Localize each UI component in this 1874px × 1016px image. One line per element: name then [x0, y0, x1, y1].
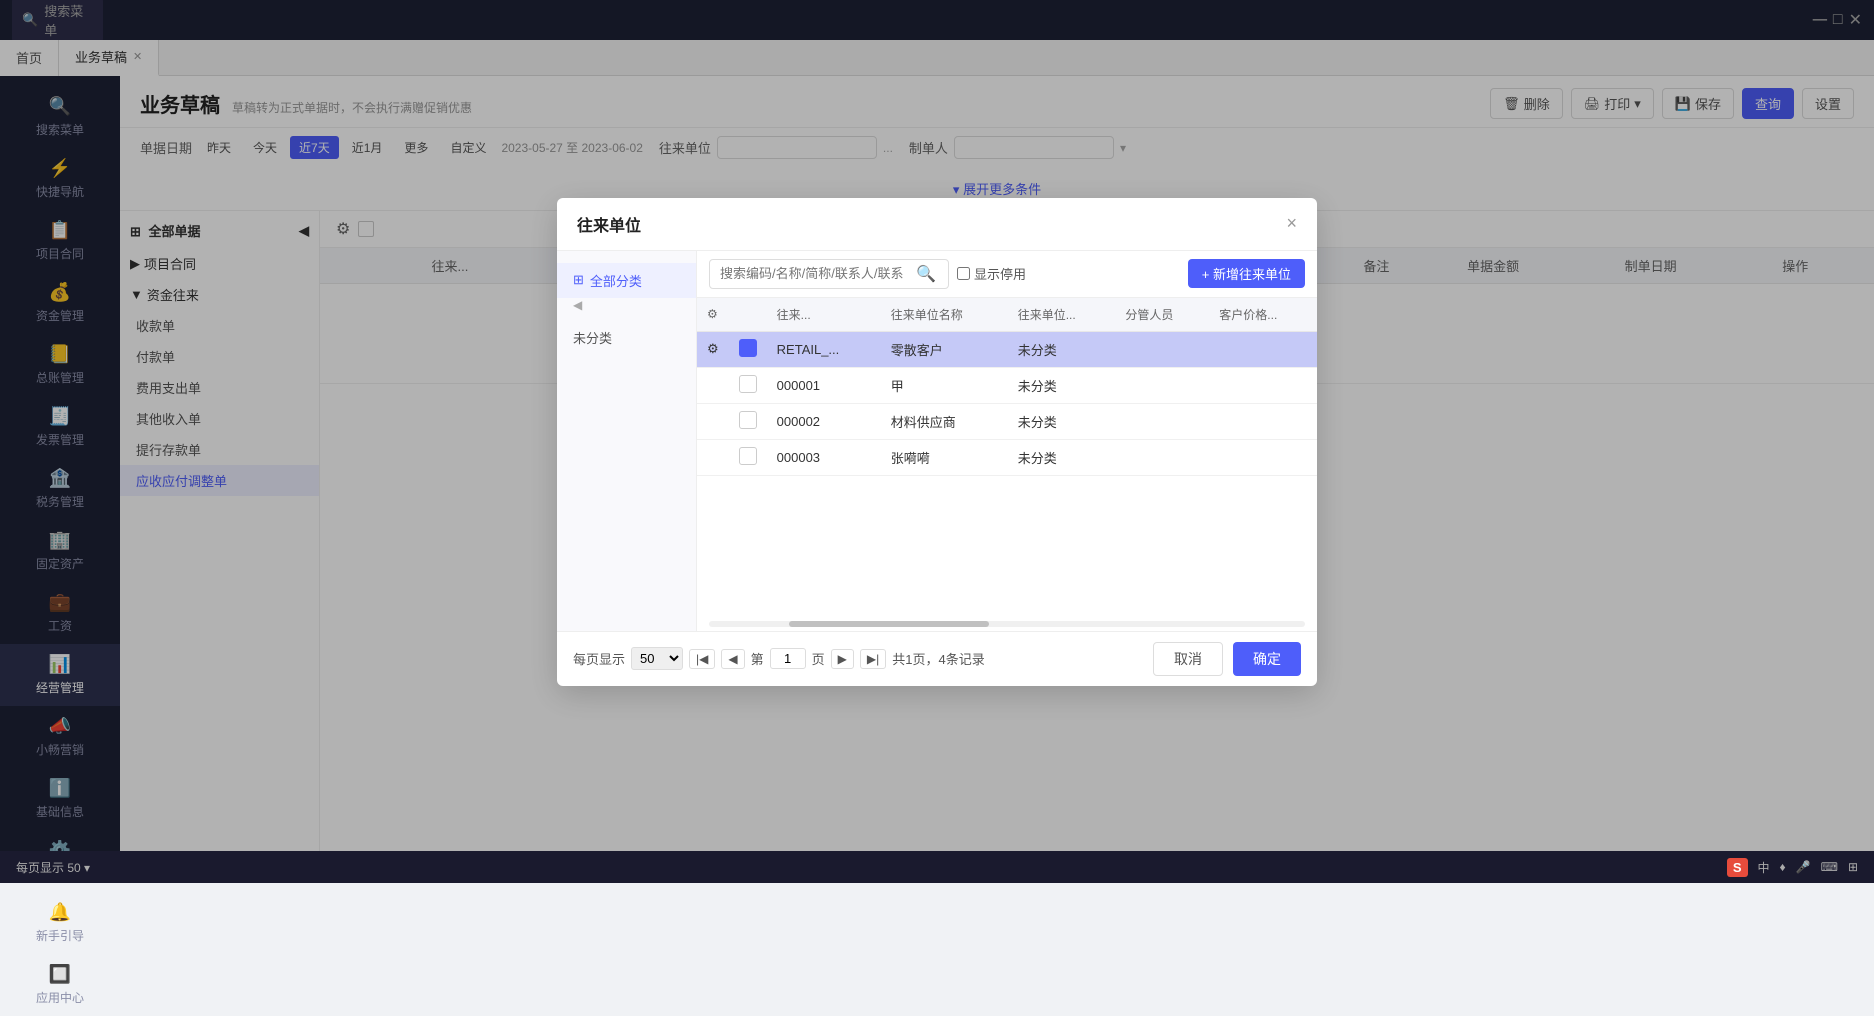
modal-header: 往来单位 × [557, 198, 1317, 251]
checkbox-3[interactable] [739, 411, 757, 429]
sidebar-item-appcenter[interactable]: 🔲 应用中心 [0, 954, 120, 1016]
row-check-2[interactable] [729, 367, 767, 403]
row-category-3: 未分类 [1008, 403, 1116, 439]
show-disabled-checkbox[interactable]: 显示停用 [957, 264, 1026, 283]
row-check-4[interactable] [729, 439, 767, 475]
grid-icon: ⊞ [573, 272, 584, 288]
row-code-3: 000002 [767, 403, 881, 439]
row-manager-4 [1115, 439, 1209, 475]
row-name-1: 零散客户 [881, 331, 1008, 367]
status-bar: 每页显示 50 ▾ S 中 ♦ 🎤 ⌨ ⊞ [0, 851, 1874, 883]
row-name-2: 甲 [881, 367, 1008, 403]
modal-left-panel: ⊞ 全部分类 ◀ 未分类 [557, 251, 697, 631]
guide-icon: 🔔 [49, 902, 71, 923]
row-settings-4 [697, 439, 729, 475]
checkbox-4[interactable] [739, 447, 757, 465]
confirm-button[interactable]: 确定 [1233, 642, 1301, 676]
brand-logo: S [1727, 858, 1748, 877]
row-name-3: 材料供应商 [881, 403, 1008, 439]
per-page-label: 每页显示 [573, 649, 625, 668]
sidebar-item-appcenter-label: 应用中心 [36, 989, 84, 1006]
status-icon-mic[interactable]: 🎤 [1796, 860, 1811, 874]
modal-th-manager[interactable]: 分管人员 [1115, 298, 1209, 332]
modal-data-table: ⚙ 往来... 往来单位名称 往来单位... 分管人员 客户价格... [697, 298, 1317, 476]
row-check-3[interactable] [729, 403, 767, 439]
table-row[interactable]: 000002 材料供应商 未分类 [697, 403, 1317, 439]
last-page-button[interactable]: ▶| [860, 649, 886, 669]
row-settings-1: ⚙ [697, 331, 729, 367]
row-code-4: 000003 [767, 439, 881, 475]
next-page-button[interactable]: ▶ [831, 649, 854, 669]
modal-overlay: 往来单位 × ⊞ 全部分类 ◀ 未分类 [0, 0, 1874, 883]
table-row[interactable]: ⚙ RETAIL_... 零散客户 未分类 [697, 331, 1317, 367]
horizontal-scrollbar[interactable] [709, 621, 1305, 627]
modal-close-button[interactable]: × [1286, 213, 1297, 234]
page-suffix: 页 [812, 649, 825, 668]
modal-toolbar: 🔍 显示停用 + 新增往来单位 [697, 251, 1317, 298]
modal-th-settings: ⚙ [697, 298, 729, 332]
modal-th-code[interactable]: 往来... [767, 298, 881, 332]
row-price-4 [1209, 439, 1317, 475]
modal-left-group-unclassified[interactable]: 未分类 [557, 320, 696, 355]
row-settings-3 [697, 403, 729, 439]
pagination: 每页显示 50 20 100 |◀ ◀ 第 页 ▶ ▶| 共1页，4条记录 [573, 647, 985, 670]
row-price-2 [1209, 367, 1317, 403]
row-code-2: 000001 [767, 367, 881, 403]
modal-title: 往来单位 [577, 212, 641, 236]
modal-th-name[interactable]: 往来单位名称 [881, 298, 1008, 332]
modal-th-category[interactable]: 往来单位... [1008, 298, 1116, 332]
sidebar-item-guide[interactable]: 🔔 新手引导 [0, 892, 120, 954]
modal-th-price[interactable]: 客户价格... [1209, 298, 1317, 332]
modal-collapse-icon[interactable]: ◀ [573, 298, 582, 312]
show-disabled-label: 显示停用 [974, 264, 1026, 283]
total-text: 共1页，4条记录 [892, 649, 984, 668]
row-code-1: RETAIL_... [767, 331, 881, 367]
row-category-4: 未分类 [1008, 439, 1116, 475]
appcenter-icon: 🔲 [49, 964, 71, 985]
modal-body: ⊞ 全部分类 ◀ 未分类 🔍 显示停用 [557, 251, 1317, 631]
per-page-select[interactable]: 50 20 100 [631, 647, 683, 670]
modal-action-buttons: 取消 确定 [1153, 642, 1301, 676]
table-row[interactable]: 000003 张嗬嗬 未分类 [697, 439, 1317, 475]
table-row[interactable]: 000001 甲 未分类 [697, 367, 1317, 403]
modal-search-wrapper: 🔍 [709, 259, 949, 289]
row-settings-2 [697, 367, 729, 403]
row-category-1: 未分类 [1008, 331, 1116, 367]
first-page-button[interactable]: |◀ [689, 649, 715, 669]
status-icon-zh[interactable]: 中 [1758, 859, 1770, 876]
modal-table-wrapper: ⚙ 往来... 往来单位名称 往来单位... 分管人员 客户价格... [697, 298, 1317, 617]
checkbox-2[interactable] [739, 375, 757, 393]
modal-search-input[interactable] [720, 266, 910, 281]
modal-table-header: ⚙ 往来... 往来单位名称 往来单位... 分管人员 客户价格... [697, 298, 1317, 332]
status-icon-grid[interactable]: ⊞ [1848, 860, 1858, 874]
row-price-3 [1209, 403, 1317, 439]
modal-footer: 每页显示 50 20 100 |◀ ◀ 第 页 ▶ ▶| 共1页，4条记录 取消… [557, 631, 1317, 686]
modal-th-check [729, 298, 767, 332]
modal-left-item-all[interactable]: ⊞ 全部分类 [557, 263, 696, 298]
row-manager-2 [1115, 367, 1209, 403]
scrollbar-thumb[interactable] [789, 621, 989, 627]
modal-right-panel: 🔍 显示停用 + 新增往来单位 ⚙ [697, 251, 1317, 631]
status-icon-keyboard[interactable]: ⌨ [1821, 860, 1838, 874]
row-manager-1 [1115, 331, 1209, 367]
page-input[interactable] [770, 648, 806, 669]
row-price-1 [1209, 331, 1317, 367]
add-unit-button[interactable]: + 新增往来单位 [1188, 259, 1305, 288]
bottom-filter-bar: 每页显示 50 ▾ [16, 859, 90, 876]
checkbox-1[interactable] [739, 339, 757, 357]
modal-dialog: 往来单位 × ⊞ 全部分类 ◀ 未分类 [557, 198, 1317, 686]
show-disabled-check[interactable] [957, 267, 970, 280]
modal-search-icon: 🔍 [916, 264, 936, 284]
row-check-1[interactable] [729, 331, 767, 367]
row-category-2: 未分类 [1008, 367, 1116, 403]
row-manager-3 [1115, 403, 1209, 439]
page-label: 第 [751, 649, 764, 668]
status-icon-diamond: ♦ [1780, 860, 1786, 874]
cancel-button[interactable]: 取消 [1153, 642, 1223, 676]
prev-page-button[interactable]: ◀ [721, 649, 744, 669]
sidebar-item-guide-label: 新手引导 [36, 927, 84, 944]
status-bar-right: S 中 ♦ 🎤 ⌨ ⊞ [1727, 858, 1858, 877]
row-name-4: 张嗬嗬 [881, 439, 1008, 475]
